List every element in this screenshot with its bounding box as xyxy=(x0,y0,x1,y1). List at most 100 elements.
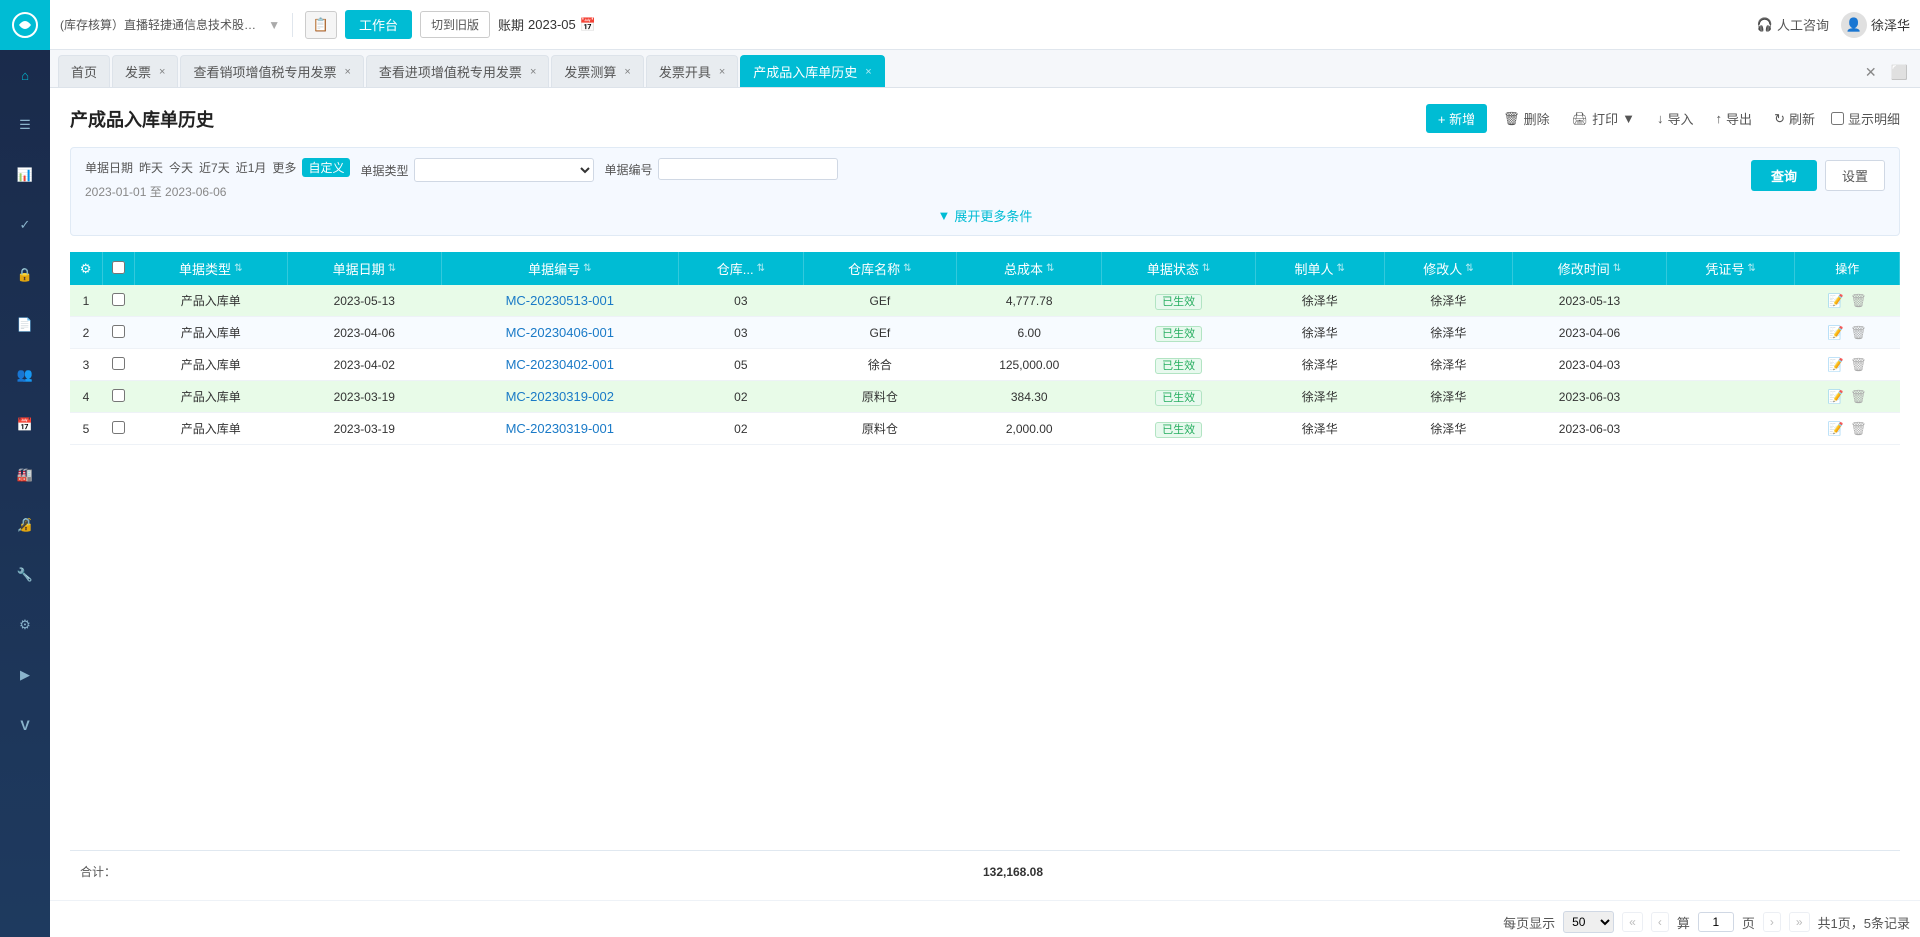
row-edit-icon-4[interactable]: 📝 xyxy=(1828,389,1844,405)
import-btn[interactable]: ↓ 导入 xyxy=(1651,105,1700,132)
export-btn[interactable]: ↑ 导出 xyxy=(1710,105,1759,132)
history-btn[interactable]: 切到旧版 xyxy=(420,11,490,38)
sidebar-item-home[interactable]: ⌂ xyxy=(0,50,50,100)
workbench-btn[interactable]: 工作台 xyxy=(345,10,412,39)
tab-check-vat-input[interactable]: 查看进项增值税专用发票 × xyxy=(366,55,549,87)
tab-home[interactable]: 首页 xyxy=(58,55,110,87)
sidebar-item-security[interactable]: 🔒 xyxy=(0,250,50,300)
date-today[interactable]: 今天 xyxy=(169,159,193,176)
tab-product-inbound-history-close[interactable]: × xyxy=(865,66,871,78)
expand-more-btn[interactable]: ▼ 展开更多条件 xyxy=(85,206,1885,225)
row-delete-icon-5[interactable]: 🗑 xyxy=(1850,421,1867,437)
company-selector[interactable]: (库存核算）直播轻捷通信息技术股份... ▼ xyxy=(60,16,280,33)
refresh-label: 刷新 xyxy=(1789,109,1815,128)
row-edit-icon-5[interactable]: 📝 xyxy=(1828,421,1844,437)
status-badge-5: 已生效 xyxy=(1155,422,1202,438)
col-warehouse-code[interactable]: 仓库...⇅ xyxy=(679,252,804,285)
delete-btn[interactable]: 🗑 删除 xyxy=(1497,105,1556,132)
row-delete-icon-2[interactable]: 🗑 xyxy=(1850,325,1867,341)
col-number[interactable]: 单据编号⇅ xyxy=(441,252,679,285)
tab-invoice[interactable]: 发票 × xyxy=(112,55,178,87)
col-modifier[interactable]: 修改人⇅ xyxy=(1384,252,1513,285)
show-detail-toggle[interactable]: 显示明细 xyxy=(1831,109,1900,128)
sidebar-item-tools[interactable]: 🔧 xyxy=(0,550,50,600)
row-number-link-2[interactable]: MC-20230406-001 xyxy=(506,325,614,340)
date-yesterday[interactable]: 昨天 xyxy=(139,159,163,176)
date-custom[interactable]: 自定义 xyxy=(302,158,350,177)
query-btn[interactable]: 查询 xyxy=(1751,160,1817,191)
refresh-btn[interactable]: ↻ 刷新 xyxy=(1768,105,1821,132)
row-delete-icon-3[interactable]: 🗑 xyxy=(1850,357,1867,373)
date-7days[interactable]: 近7天 xyxy=(199,159,230,176)
tab-maximize-btn[interactable]: ⬜ xyxy=(1887,62,1912,83)
filter-right: 查询 设置 xyxy=(1751,158,1885,191)
sidebar-item-inbox[interactable]: ☰ xyxy=(0,100,50,150)
tab-invoice-close[interactable]: × xyxy=(159,66,165,78)
user-menu[interactable]: 👤 徐泽华 xyxy=(1841,12,1910,38)
tab-check-vat-special-close[interactable]: × xyxy=(344,66,350,78)
sidebar-item-warehouse[interactable]: 🏭 xyxy=(0,450,50,500)
last-page-btn[interactable]: » xyxy=(1789,912,1810,932)
tab-check-vat-input-close[interactable]: × xyxy=(530,66,536,78)
sidebar-item-settings[interactable]: ⚙ xyxy=(0,600,50,650)
column-settings-icon[interactable]: ⚙ xyxy=(80,261,92,276)
type-filter-select[interactable] xyxy=(414,158,594,182)
row-checkbox-5[interactable] xyxy=(102,413,134,445)
row-checkbox-1[interactable] xyxy=(102,285,134,317)
reset-btn[interactable]: 设置 xyxy=(1825,160,1885,191)
col-date[interactable]: 单据日期⇅ xyxy=(288,252,442,285)
sidebar-item-version[interactable]: V xyxy=(0,700,50,750)
tab-invoice-calc[interactable]: 发票测算 × xyxy=(551,55,643,87)
date-more[interactable]: 更多 xyxy=(272,159,296,176)
select-all-checkbox[interactable] xyxy=(112,261,125,274)
row-checkbox-3[interactable] xyxy=(102,349,134,381)
sidebar-item-people[interactable]: 👥 xyxy=(0,350,50,400)
tab-product-inbound-history[interactable]: 产成品入库单历史 × xyxy=(740,55,884,87)
period-value: 2023-05 xyxy=(528,17,576,32)
new-btn[interactable]: + 新增 xyxy=(1426,104,1487,133)
prev-page-btn[interactable]: ‹ xyxy=(1651,912,1669,932)
sidebar-item-docs[interactable]: 📄 xyxy=(0,300,50,350)
row-checkbox-2[interactable] xyxy=(102,317,134,349)
col-voucher[interactable]: 凭证号⇅ xyxy=(1666,252,1795,285)
show-detail-checkbox[interactable] xyxy=(1831,112,1844,125)
row-number-link-3[interactable]: MC-20230402-001 xyxy=(506,357,614,372)
next-page-btn[interactable]: › xyxy=(1763,912,1781,932)
col-checkbox[interactable] xyxy=(102,252,134,285)
per-page-select[interactable]: 20 50 100 xyxy=(1563,911,1614,933)
col-total-cost[interactable]: 总成本⇅ xyxy=(957,252,1102,285)
sidebar-item-chart[interactable]: 📊 xyxy=(0,150,50,200)
tab-invoice-open-close[interactable]: × xyxy=(719,66,725,78)
document-btn[interactable]: 📋 xyxy=(305,11,337,39)
number-filter-input[interactable] xyxy=(658,158,838,180)
row-delete-icon-4[interactable]: 🗑 xyxy=(1850,389,1867,405)
col-creator[interactable]: 制单人⇅ xyxy=(1255,252,1384,285)
col-status[interactable]: 单据状态⇅ xyxy=(1102,252,1256,285)
col-settings[interactable]: ⚙ xyxy=(70,252,102,285)
print-btn[interactable]: 🖨 打印 ▼ xyxy=(1566,105,1641,132)
period-calendar-icon[interactable]: 📅 xyxy=(580,17,596,33)
current-page-input[interactable] xyxy=(1698,912,1734,932)
help-btn[interactable]: 🎧 人工咨询 xyxy=(1757,15,1829,34)
first-page-btn[interactable]: « xyxy=(1622,912,1643,932)
row-edit-icon-3[interactable]: 📝 xyxy=(1828,357,1844,373)
tab-check-vat-special[interactable]: 查看销项增值税专用发票 × xyxy=(180,55,363,87)
sidebar-item-calendar[interactable]: 📅 xyxy=(0,400,50,450)
col-warehouse-name[interactable]: 仓库名称⇅ xyxy=(803,252,957,285)
tab-invoice-open[interactable]: 发票开具 × xyxy=(646,55,738,87)
sidebar-item-stamp[interactable]: 🔏 xyxy=(0,500,50,550)
tab-close-all-btn[interactable]: ✕ xyxy=(1861,62,1881,83)
date-1month[interactable]: 近1月 xyxy=(236,159,267,176)
row-edit-icon-1[interactable]: 📝 xyxy=(1828,293,1844,309)
row-edit-icon-2[interactable]: 📝 xyxy=(1828,325,1844,341)
col-type[interactable]: 单据类型⇅ xyxy=(134,252,288,285)
tab-invoice-calc-close[interactable]: × xyxy=(624,66,630,78)
row-number-link-4[interactable]: MC-20230319-002 xyxy=(506,389,614,404)
sidebar-item-tasks[interactable]: ✓ xyxy=(0,200,50,250)
row-number-link-5[interactable]: MC-20230319-001 xyxy=(506,421,614,436)
col-modify-time[interactable]: 修改时间⇅ xyxy=(1513,252,1667,285)
row-checkbox-4[interactable] xyxy=(102,381,134,413)
row-number-link-1[interactable]: MC-20230513-001 xyxy=(506,293,614,308)
sidebar-item-media[interactable]: ▶ xyxy=(0,650,50,700)
row-delete-icon-1[interactable]: 🗑 xyxy=(1850,293,1867,309)
